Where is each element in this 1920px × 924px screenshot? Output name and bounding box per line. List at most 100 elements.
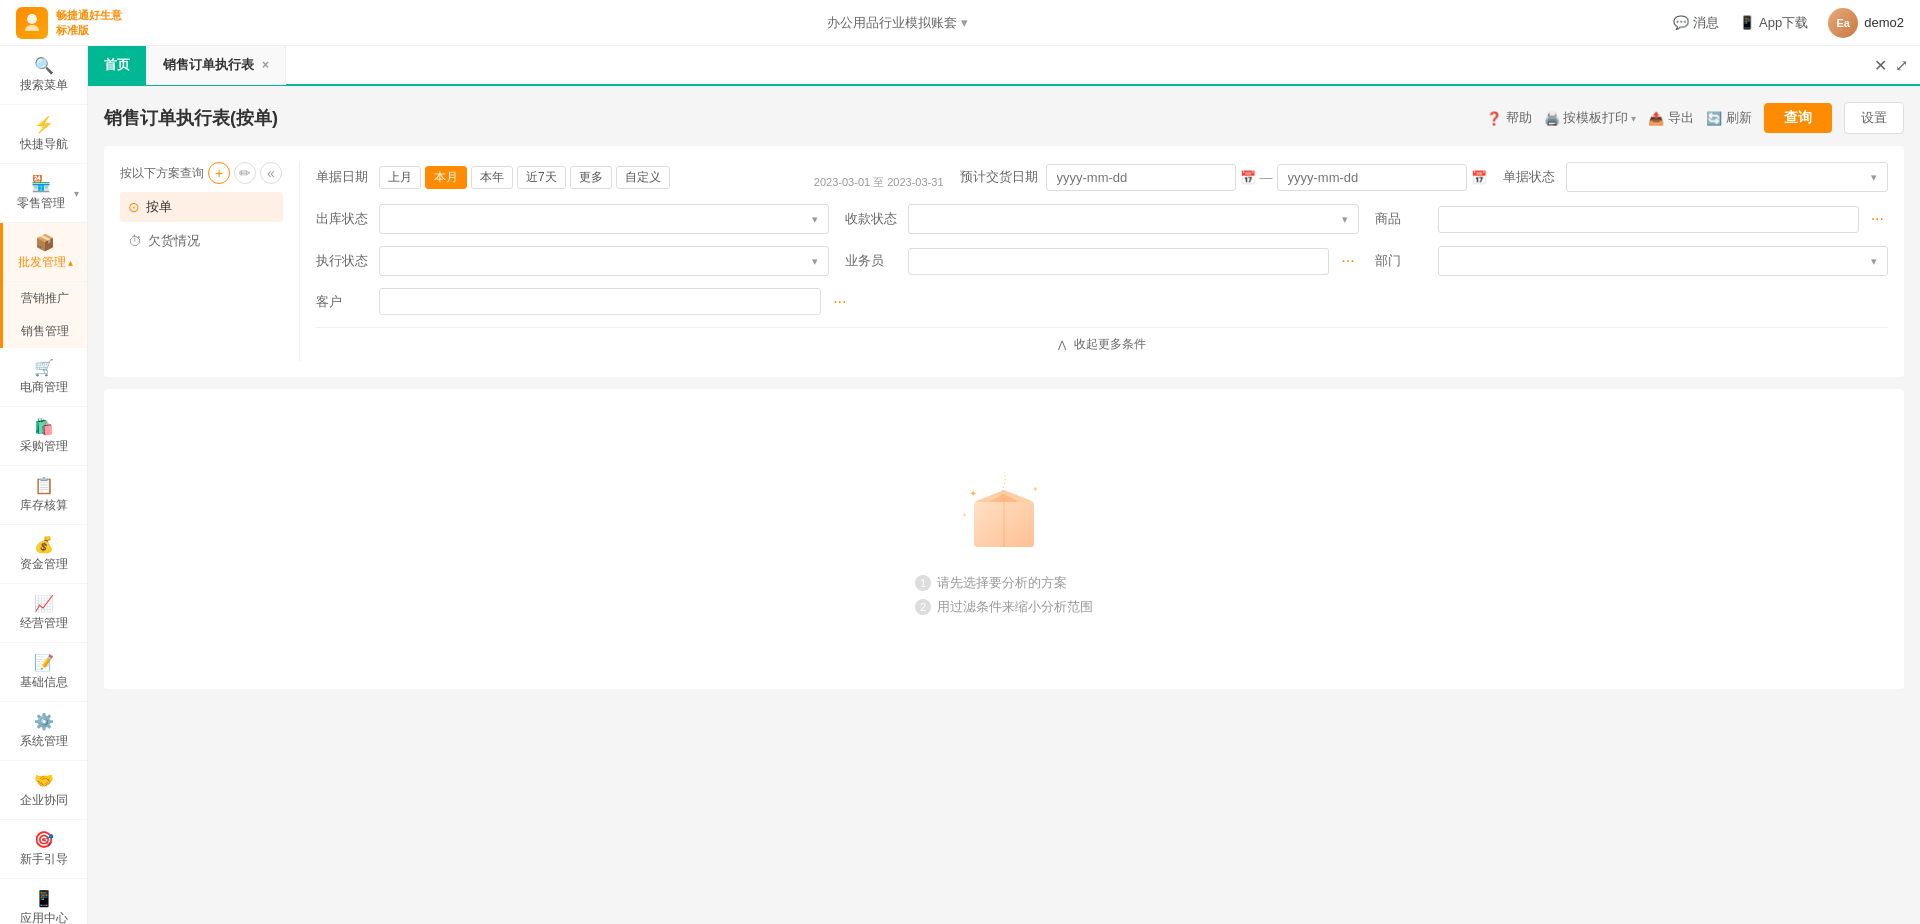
filter-scheme-panel: 按以下方案查询 + ✏ « ⊙ 按单 ⏱: [120, 162, 300, 361]
sidebar-item-ecommerce[interactable]: 🛒 电商管理: [0, 348, 87, 407]
sidebar-item-basic-info[interactable]: 📝 基础信息: [0, 643, 87, 702]
preset-this-year[interactable]: 本年: [471, 166, 513, 189]
page-header: 销售订单执行表(按单) ❓ 帮助 🖨️ 按模板打印 ▾ 📤 导出: [104, 102, 1904, 134]
expected-date-end-input[interactable]: [1277, 164, 1467, 191]
empty-tip-2: 2 用过滤条件来缩小分析范围: [915, 598, 1093, 616]
doc-status-select[interactable]: ▾: [1566, 162, 1888, 192]
data-area: ✦ ✦ ✦ 1 请先选择要分析的方案 2 用过滤条件来缩小分析范围: [104, 389, 1904, 689]
date-label: 单据日期: [316, 168, 371, 186]
dept-select[interactable]: ▾: [1438, 246, 1888, 276]
user-area[interactable]: Ea demo2: [1828, 8, 1904, 38]
date-group: 上月 本月 本年 近7天 更多 自定义: [379, 166, 798, 189]
svg-text:✦: ✦: [1032, 485, 1039, 494]
collapse-bar[interactable]: ⋀ 收起更多条件: [316, 327, 1888, 361]
sidebar-item-retail[interactable]: 🏪 零售管理 ▾: [0, 164, 87, 223]
sidebar-item-label: 搜索菜单: [20, 77, 68, 94]
date-range-display: 2023-03-01 至 2023-03-31: [814, 175, 944, 192]
salesperson-input[interactable]: [908, 248, 1329, 275]
app-title-area[interactable]: 办公用品行业模拟账套 ▾: [827, 14, 968, 32]
tip-num-2: 2: [915, 599, 931, 615]
dept-label: 部门: [1375, 252, 1430, 270]
print-btn[interactable]: 🖨️ 按模板打印 ▾: [1544, 109, 1636, 127]
sidebar-item-label: 采购管理: [20, 438, 68, 455]
sidebar-item-system[interactable]: ⚙️ 系统管理: [0, 702, 87, 761]
sidebar-item-newcomer[interactable]: 🎯 新手引导: [0, 820, 87, 879]
scheme-collapse-btn[interactable]: «: [260, 162, 282, 184]
svg-point-0: [27, 14, 37, 24]
sidebar-item-wholesale[interactable]: 📦 批发管理 ▴: [3, 223, 87, 282]
help-btn[interactable]: ❓ 帮助: [1486, 109, 1532, 127]
page-actions: ❓ 帮助 🖨️ 按模板打印 ▾ 📤 导出 🔄 刷新: [1486, 102, 1904, 134]
tab-maximize-btn[interactable]: ⤢: [1895, 56, 1908, 75]
goods-label: 商品: [1375, 210, 1430, 228]
tip-num-1: 1: [915, 575, 931, 591]
sidebar-item-label: 快捷导航: [20, 136, 68, 153]
search-menu-icon: 🔍: [34, 56, 54, 75]
filter-doc-status-item: 单据状态 ▾: [1503, 162, 1888, 192]
top-header: 畅捷通好生意 标准版 办公用品行业模拟账套 ▾ 💬 消息 📱 App下载 Ea …: [0, 0, 1920, 46]
content-area: 首页 销售订单执行表 × ✕ ⤢ 销售订单执行表(按单) ❓ 帮助: [88, 46, 1920, 924]
doc-status-label: 单据状态: [1503, 168, 1558, 186]
outbound-label: 出库状态: [316, 210, 371, 228]
preset-this-month[interactable]: 本月: [425, 166, 467, 189]
debt-icon: ⏱: [128, 233, 142, 249]
finance-icon: 💰: [34, 535, 54, 554]
message-icon: 💬: [1673, 15, 1689, 30]
doc-status-chevron: ▾: [1871, 171, 1877, 184]
sidebar-item-finance[interactable]: 💰 资金管理: [0, 525, 87, 584]
settings-btn[interactable]: 设置: [1844, 102, 1904, 134]
sidebar-item-app-center[interactable]: 📱 应用中心: [0, 879, 87, 924]
expected-date-start-input[interactable]: [1046, 164, 1236, 191]
app-download-btn[interactable]: 📱 App下载: [1739, 14, 1808, 32]
customer-input[interactable]: [379, 288, 821, 315]
query-btn[interactable]: 查询: [1764, 103, 1832, 133]
filter-section: 按以下方案查询 + ✏ « ⊙ 按单 ⏱: [120, 162, 1888, 361]
goods-input[interactable]: [1438, 206, 1859, 233]
export-btn[interactable]: 📤 导出: [1648, 109, 1694, 127]
ecommerce-icon: 🛒: [34, 358, 54, 377]
receipt-label: 收款状态: [845, 210, 900, 228]
sidebar-item-purchase[interactable]: 🛍️ 采购管理: [0, 407, 87, 466]
sidebar-item-operations[interactable]: 📈 经营管理: [0, 584, 87, 643]
empty-tips: 1 请先选择要分析的方案 2 用过滤条件来缩小分析范围: [915, 574, 1093, 616]
purchase-icon: 🛍️: [34, 417, 54, 436]
preset-custom[interactable]: 自定义: [616, 166, 670, 189]
sidebar-item-label: 应用中心: [20, 910, 68, 924]
outbound-select[interactable]: ▾: [379, 204, 829, 234]
receipt-select[interactable]: ▾: [908, 204, 1358, 234]
svg-text:✦: ✦: [969, 488, 977, 499]
sidebar-item-inventory[interactable]: 📋 库存核算: [0, 466, 87, 525]
message-btn[interactable]: 💬 消息: [1673, 14, 1719, 32]
debt-label: 欠货情况: [148, 232, 200, 250]
sidebar-item-sales[interactable]: 销售管理: [3, 315, 87, 348]
preset-7days[interactable]: 近7天: [517, 166, 566, 189]
exec-select[interactable]: ▾: [379, 246, 829, 276]
sidebar-item-search-menu[interactable]: 🔍 搜索菜单: [0, 46, 87, 105]
tab-close-btn[interactable]: ×: [262, 58, 269, 72]
customer-label: 客户: [316, 293, 371, 311]
refresh-btn[interactable]: 🔄 刷新: [1706, 109, 1752, 127]
dept-chevron: ▾: [1871, 255, 1877, 268]
customer-more-btn[interactable]: ···: [829, 293, 850, 311]
retail-icon: 🏪: [31, 174, 51, 193]
sidebar-item-quick-nav[interactable]: ⚡ 快捷导航: [0, 105, 87, 164]
filter-dept-item: 部门 ▾: [1375, 246, 1888, 276]
preset-last-month[interactable]: 上月: [379, 166, 421, 189]
scheme-item-andan[interactable]: ⊙ 按单: [120, 192, 283, 222]
date-icon-start: 📅: [1240, 170, 1256, 185]
sidebar-item-enterprise[interactable]: 🤝 企业协同: [0, 761, 87, 820]
tab-home[interactable]: 首页: [88, 46, 147, 85]
filter-row-2: 出库状态 ▾ 收款状态 ▾: [316, 204, 1888, 234]
sidebar-item-marketing[interactable]: 营销推广: [3, 282, 87, 315]
filter-goods-item: 商品 ···: [1375, 206, 1888, 233]
scheme-add-btn[interactable]: +: [208, 162, 230, 184]
preset-more[interactable]: 更多: [570, 166, 612, 189]
goods-more-btn[interactable]: ···: [1867, 210, 1888, 228]
sidebar-item-label: 经营管理: [20, 615, 68, 632]
tab-close-all-btn[interactable]: ✕: [1874, 56, 1887, 75]
salesperson-more-btn[interactable]: ···: [1337, 252, 1358, 270]
sidebar-item-label: 电商管理: [20, 379, 68, 396]
debt-item[interactable]: ⏱ 欠货情况: [120, 226, 283, 256]
tab-sales-order[interactable]: 销售订单执行表 ×: [147, 46, 286, 85]
scheme-edit-btn[interactable]: ✏: [234, 162, 256, 184]
